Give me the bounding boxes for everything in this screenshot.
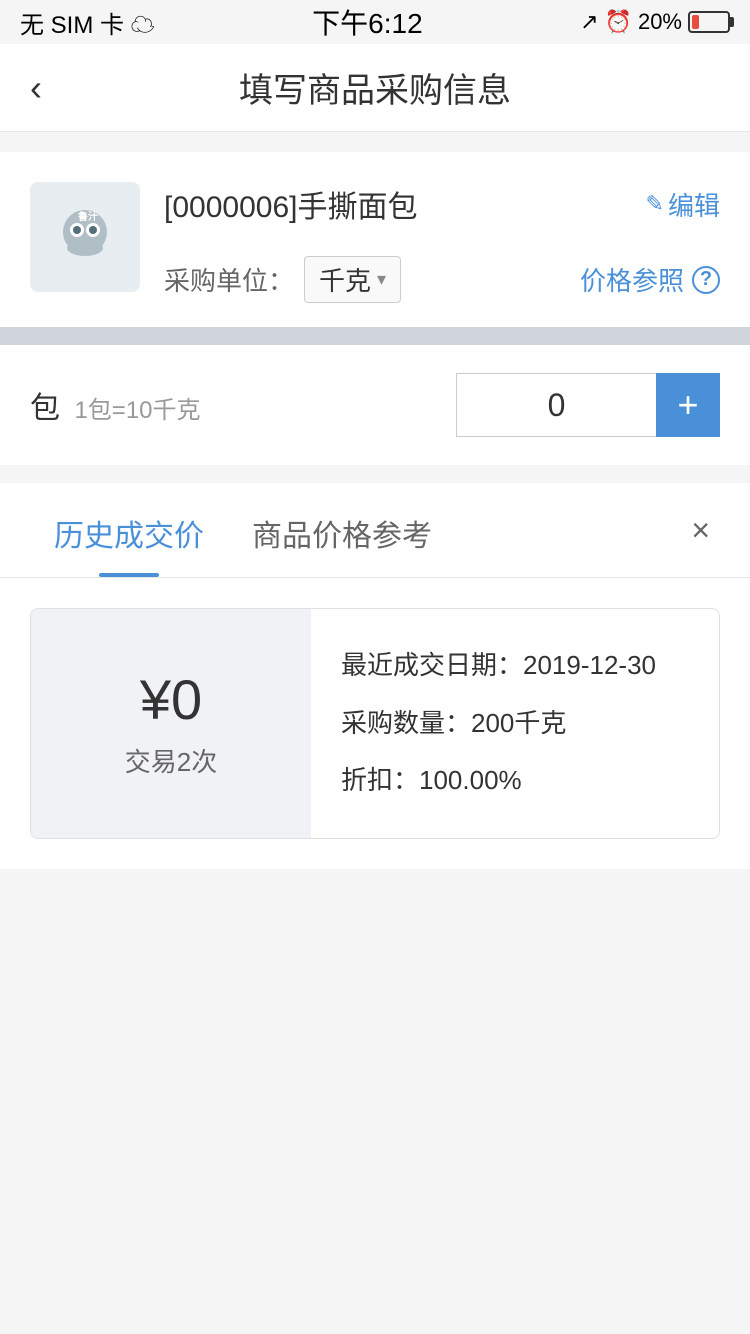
section-divider	[0, 327, 750, 345]
unit-label: 采购单位：	[164, 261, 294, 298]
quantity-control: +	[456, 373, 720, 437]
transaction-discount: 折扣：100.00%	[341, 760, 689, 802]
product-image-icon: 鲁汁	[50, 202, 120, 272]
edit-icon: ✎	[646, 191, 664, 217]
package-hint: 1包=10千克	[74, 397, 200, 424]
tab-product-price[interactable]: 商品价格参考	[228, 483, 456, 577]
product-name: [0000006]手撕面包	[164, 182, 417, 226]
battery-icon	[688, 11, 730, 33]
svg-text:鲁汁: 鲁汁	[77, 210, 98, 223]
quantity-row: 包 1包=10千克 +	[0, 345, 750, 465]
transaction-date: 最近成交日期：2019-12-30	[341, 645, 689, 687]
tab-history-price-label: 历史成交价	[54, 520, 204, 553]
tab-product-price-label: 商品价格参考	[252, 520, 432, 553]
unit-row-left: 采购单位： 千克 ▾	[164, 256, 401, 303]
back-button[interactable]: ‹	[30, 67, 42, 109]
discount-label: 折扣：	[341, 765, 419, 795]
date-value: 2019-12-30	[523, 650, 656, 680]
status-time: 下午6:12	[312, 2, 423, 42]
alarm-icon: ⏰	[605, 9, 632, 35]
battery-percent: 20%	[638, 9, 682, 35]
transaction-quantity: 采购数量：200千克	[341, 703, 689, 745]
product-title: 手撕面包	[297, 191, 417, 224]
status-left: 无 SIM 卡 ☁	[20, 5, 155, 40]
edit-button[interactable]: ✎ 编辑	[646, 186, 720, 223]
info-icon: ?	[692, 266, 720, 294]
product-image: 鲁汁	[30, 182, 140, 292]
transaction-count: 交易2次	[125, 742, 217, 779]
content-area: ¥0 交易2次 最近成交日期：2019-12-30 采购数量：200千克 折扣：…	[0, 578, 750, 1278]
quantity-label-group: 包 1包=10千克	[30, 383, 201, 427]
nav-bar: ‹ 填写商品采购信息	[0, 44, 750, 132]
tabs-list: 历史成交价 商品价格参考	[30, 483, 456, 577]
transaction-section: ¥0 交易2次 最近成交日期：2019-12-30 采购数量：200千克 折扣：…	[0, 578, 750, 869]
status-bar: 无 SIM 卡 ☁ 下午6:12 ↗ ⏰ 20%	[0, 0, 750, 44]
product-info: [0000006]手撕面包 ✎ 编辑 采购单位： 千克 ▾ 价格参照 ?	[164, 182, 720, 303]
quantity-increase-button[interactable]: +	[656, 373, 720, 437]
tabs-container: 历史成交价 商品价格参考 ×	[0, 483, 750, 578]
tab-close-button[interactable]: ×	[681, 502, 720, 559]
quantity-label: 采购数量：	[341, 708, 471, 738]
discount-value: 100.00%	[419, 765, 522, 795]
package-label: 包	[30, 392, 60, 425]
date-label: 最近成交日期：	[341, 650, 523, 680]
product-id: [0000006]	[164, 191, 297, 224]
price-ref-button[interactable]: 价格参照 ?	[580, 261, 720, 298]
tab-history-price[interactable]: 历史成交价	[30, 483, 228, 577]
edit-label: 编辑	[668, 186, 720, 223]
transaction-details: 最近成交日期：2019-12-30 采购数量：200千克 折扣：100.00%	[311, 609, 719, 838]
quantity-input[interactable]	[456, 373, 656, 437]
price-ref-label: 价格参照	[580, 261, 684, 298]
transaction-summary: ¥0 交易2次	[31, 609, 311, 838]
sim-label: 无 SIM 卡 ☁	[20, 5, 155, 40]
page-title: 填写商品采购信息	[239, 63, 511, 112]
quantity-value: 200千克	[471, 708, 566, 738]
unit-select[interactable]: 千克 ▾	[304, 256, 401, 303]
transaction-card: ¥0 交易2次 最近成交日期：2019-12-30 采购数量：200千克 折扣：…	[30, 608, 720, 839]
location-icon: ↗	[580, 9, 598, 35]
chevron-down-icon: ▾	[377, 269, 386, 290]
unit-value: 千克	[319, 261, 371, 298]
transaction-price: ¥0	[140, 667, 202, 732]
product-card: 鲁汁 [0000006]手撕面包 ✎ 编辑 采购单位： 千克 ▾ 价格参照 ?	[0, 152, 750, 327]
status-right: ↗ ⏰ 20%	[580, 9, 730, 35]
